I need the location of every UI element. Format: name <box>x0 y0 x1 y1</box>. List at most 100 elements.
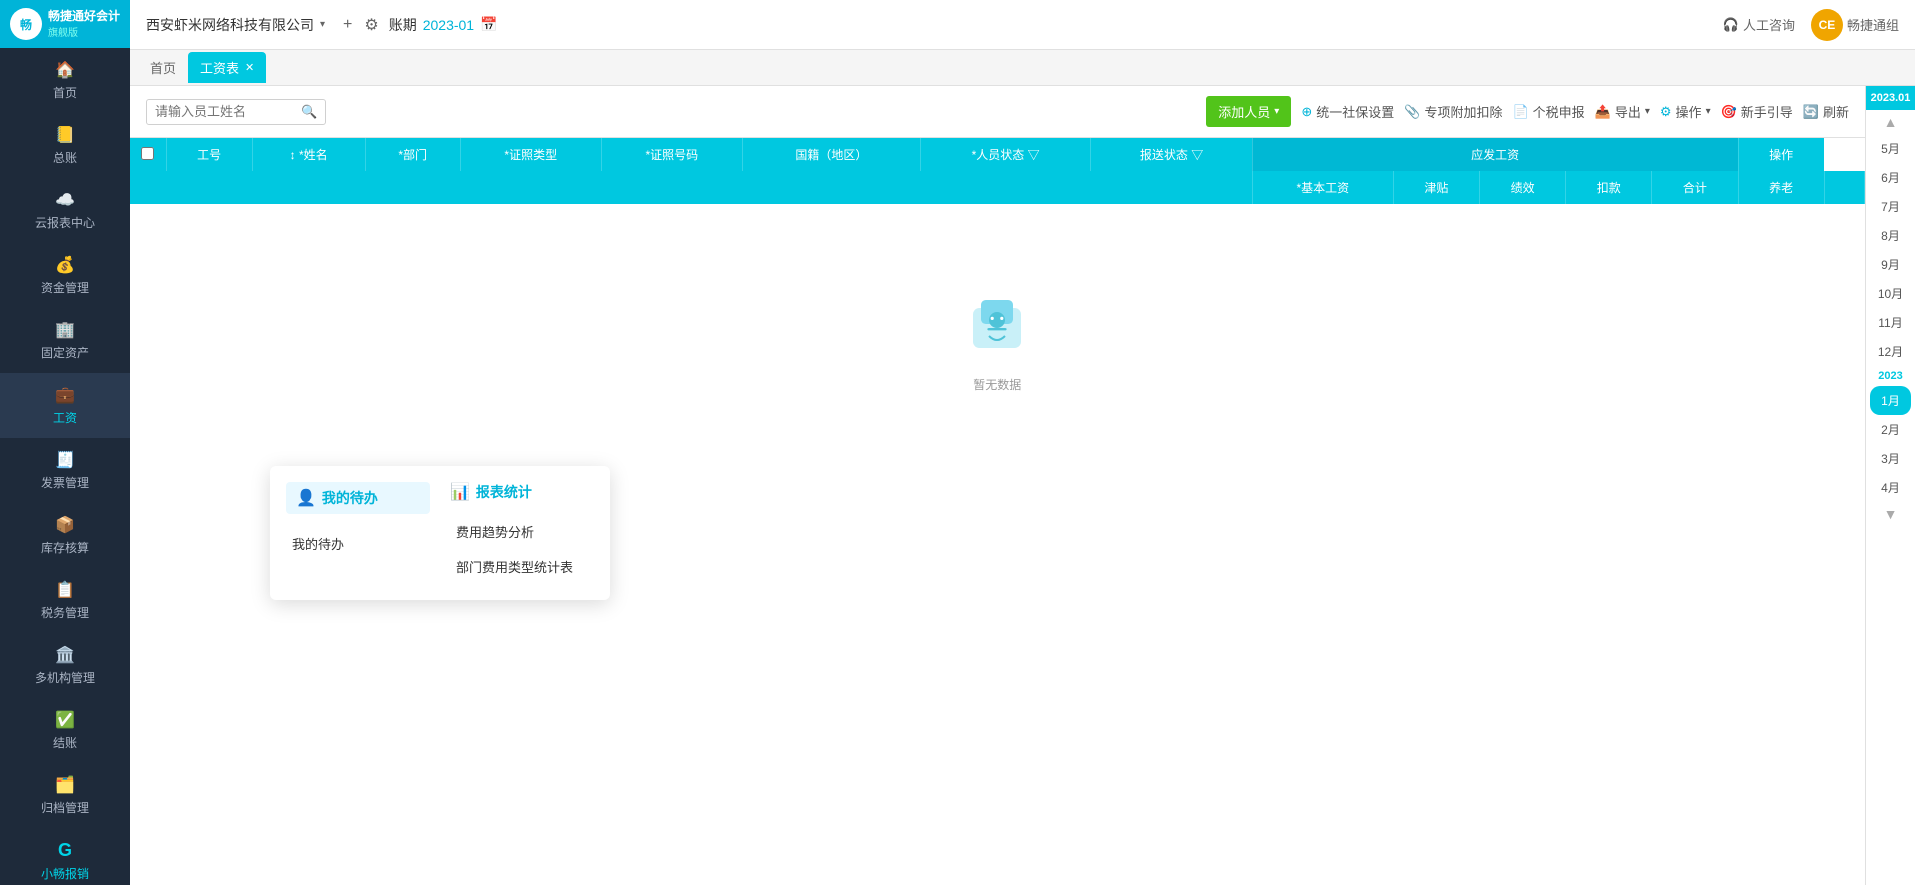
date-month-5[interactable]: 5月 <box>1866 134 1915 163</box>
logo-icon: 畅 <box>10 8 42 40</box>
sidebar-item-fund[interactable]: 💰 资金管理 <box>0 243 130 308</box>
employee-id-header: 工号 <box>166 138 252 171</box>
date-nav-down[interactable]: ▼ <box>1866 502 1915 526</box>
user-profile[interactable]: CE 畅捷通组 <box>1811 9 1899 41</box>
action-subheader <box>1824 171 1864 204</box>
headset-icon: 🎧 <box>1723 17 1739 33</box>
date-month-7[interactable]: 7月 <box>1866 192 1915 221</box>
popup-menu: 👤 我的待办 我的待办 📊 报表统计 费用趋势分析 <box>270 466 610 600</box>
id-type-header: *证照类型 <box>460 138 601 171</box>
sidebar-label-fund: 资金管理 <box>41 279 89 296</box>
report-status-header[interactable]: 报送状态 ▽ <box>1091 138 1253 171</box>
date-nav-up[interactable]: ▲ <box>1866 110 1915 134</box>
date-month-9[interactable]: 9月 <box>1866 250 1915 279</box>
sidebar-item-inventory[interactable]: 📦 库存核算 <box>0 503 130 568</box>
add-person-button[interactable]: 添加人员 ▾ <box>1206 96 1291 127</box>
empty-state: 暂无数据 <box>130 204 1865 473</box>
dropdown-arrow-icon: ▾ <box>1274 106 1279 117</box>
empty-illustration <box>957 284 1037 364</box>
export-dropdown-icon: ▾ <box>1645 106 1650 117</box>
refresh-button[interactable]: 🔄 刷新 <box>1803 102 1849 121</box>
popup-sections: 👤 我的待办 我的待办 📊 报表统计 费用趋势分析 <box>286 482 594 584</box>
fixed-assets-icon: 🏢 <box>55 320 75 340</box>
date-month-1-active[interactable]: 1月 <box>1870 386 1911 415</box>
sidebar-label-cloud: 云报表中心 <box>35 214 95 231</box>
social-insurance-button[interactable]: ⊕ 统一社保设置 <box>1301 102 1394 121</box>
date-month-11[interactable]: 11月 <box>1866 308 1915 337</box>
sidebar-label-home: 首页 <box>53 84 77 101</box>
tab-salary-table[interactable]: 工资表 ✕ <box>188 52 266 83</box>
date-month-6[interactable]: 6月 <box>1866 163 1915 192</box>
export-icon: 📤 <box>1595 104 1611 120</box>
select-all-checkbox[interactable] <box>141 147 154 160</box>
sidebar-item-home[interactable]: 🏠 首页 <box>0 48 130 113</box>
search-input[interactable] <box>155 104 295 119</box>
sidebar-item-closing[interactable]: ✅ 结账 <box>0 698 130 763</box>
tab-home[interactable]: 首页 <box>138 52 188 83</box>
sidebar: 畅 畅捷通好会计 旗舰版 🏠 首页 📒 总账 ☁️ 云报表中心 💰 资金管理 🏢… <box>0 0 130 885</box>
tab-home-label: 首页 <box>150 61 176 76</box>
settings-icon[interactable]: ⚙ <box>364 15 378 35</box>
empty-row: 暂无数据 <box>130 204 1865 473</box>
date-month-8[interactable]: 8月 <box>1866 221 1915 250</box>
add-company-button[interactable]: + <box>343 16 352 34</box>
sidebar-item-fixed-assets[interactable]: 🏢 固定资产 <box>0 308 130 373</box>
special-deduction-icon: 📎 <box>1404 104 1420 120</box>
home-icon: 🏠 <box>55 60 75 80</box>
pension-header: 养老 <box>1738 171 1824 204</box>
toolbar-right: 添加人员 ▾ ⊕ 统一社保设置 📎 专项附加扣除 📄 个税申报 <box>1206 96 1849 127</box>
popup-cost-trend[interactable]: 费用趋势分析 <box>450 514 594 549</box>
name-header[interactable]: ↕ *姓名 <box>252 138 365 171</box>
tab-close-icon[interactable]: ✕ <box>245 61 254 74</box>
support-button[interactable]: 🎧 人工咨询 <box>1723 15 1795 34</box>
popup-dept-cost[interactable]: 部门费用类型统计表 <box>450 549 594 584</box>
search-icon[interactable]: 🔍 <box>301 104 317 120</box>
operation-button[interactable]: ⚙ 操作 ▾ <box>1660 102 1711 121</box>
main-area: 西安虾米网络科技有限公司 ▾ + ⚙ 账期 2023-01 📅 🎧 人工咨询 C… <box>130 0 1915 885</box>
tax-return-button[interactable]: 📄 个税申报 <box>1512 102 1584 121</box>
calendar-icon: 📅 <box>480 16 497 33</box>
sidebar-label-fixed-assets: 固定资产 <box>41 344 89 361</box>
xiaochang-icon: G <box>58 840 72 861</box>
sidebar-item-cloud-report[interactable]: ☁️ 云报表中心 <box>0 178 130 243</box>
popup-section-todo: 👤 我的待办 我的待办 <box>286 482 430 584</box>
sidebar-item-ledger[interactable]: 📒 总账 <box>0 113 130 178</box>
sidebar-item-tax[interactable]: 📋 税务管理 <box>0 568 130 633</box>
filter-icon: ▽ <box>1028 148 1040 162</box>
new-guide-button[interactable]: 🎯 新手引导 <box>1721 102 1793 121</box>
popup-my-todo[interactable]: 我的待办 <box>286 526 430 561</box>
sidebar-item-multi-org[interactable]: 🏛️ 多机构管理 <box>0 633 130 698</box>
refresh-icon: 🔄 <box>1803 104 1819 120</box>
sidebar-item-salary[interactable]: 💼 工资 <box>0 373 130 438</box>
date-month-2[interactable]: 2月 <box>1866 415 1915 444</box>
sidebar-item-xiaochang[interactable]: G 小畅报销 › <box>0 828 130 885</box>
inventory-icon: 📦 <box>55 515 75 535</box>
company-selector[interactable]: 西安虾米网络科技有限公司 ▾ <box>146 15 325 35</box>
multi-org-icon: 🏛️ <box>55 645 75 665</box>
sidebar-label-archive: 归档管理 <box>41 799 89 816</box>
report-icon: 📊 <box>450 482 470 502</box>
content-area: 🔍 添加人员 ▾ ⊕ 统一社保设置 📎 专项附加扣除 <box>130 86 1915 885</box>
sidebar-item-archive[interactable]: 🗂️ 归档管理 <box>0 763 130 828</box>
period-selector[interactable]: 账期 2023-01 📅 <box>389 15 498 35</box>
date-month-3[interactable]: 3月 <box>1866 444 1915 473</box>
archive-icon: 🗂️ <box>55 775 75 795</box>
date-month-10[interactable]: 10月 <box>1866 279 1915 308</box>
empty-subheader <box>130 171 1252 204</box>
operation-dropdown-icon: ▾ <box>1706 106 1711 117</box>
filter-icon2: ▽ <box>1191 148 1203 162</box>
checkbox-col-header[interactable] <box>130 138 166 171</box>
base-salary-header: *基本工资 <box>1252 171 1393 204</box>
status-header[interactable]: *人员状态 ▽ <box>920 138 1090 171</box>
sidebar-label-inventory: 库存核算 <box>41 539 89 556</box>
popup-report-title: 📊 报表统计 <box>450 482 594 502</box>
operation-icon: ⚙ <box>1660 104 1672 120</box>
date-month-12[interactable]: 12月 <box>1866 337 1915 366</box>
sidebar-item-invoice[interactable]: 🧾 发票管理 <box>0 438 130 503</box>
nationality-header: 国籍（地区） <box>742 138 920 171</box>
export-button[interactable]: 📤 导出 ▾ <box>1595 102 1650 121</box>
sort-icon: ↕ <box>290 148 296 162</box>
date-month-4[interactable]: 4月 <box>1866 473 1915 502</box>
special-deduction-button[interactable]: 📎 专项附加扣除 <box>1404 102 1502 121</box>
deduction-header: 扣款 <box>1566 171 1652 204</box>
